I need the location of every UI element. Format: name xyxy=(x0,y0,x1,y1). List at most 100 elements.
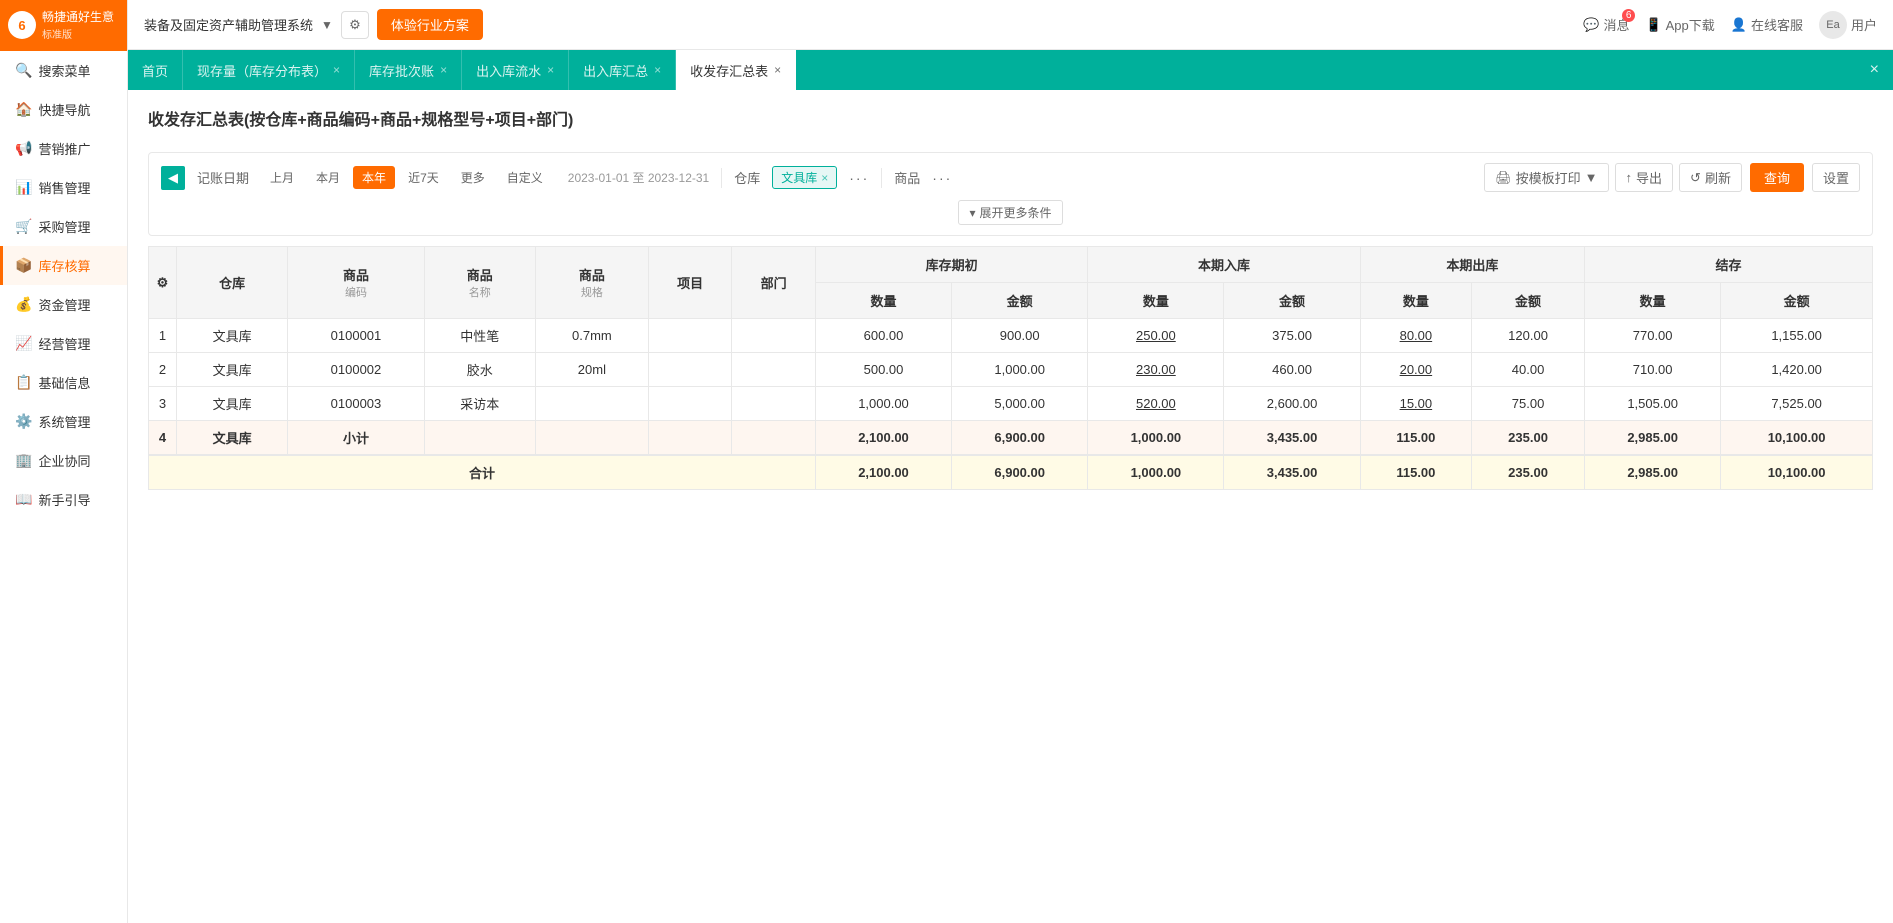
th-out-qty: 数量 xyxy=(1360,283,1471,319)
cell-in-qty[interactable]: 250.00 xyxy=(1088,319,1224,353)
sidebar-item-marketing[interactable]: 📢营销推广 xyxy=(0,129,127,168)
sidebar-item-guide[interactable]: 📖新手引导 xyxy=(0,480,127,519)
warehouse-tag[interactable]: 文具库 × xyxy=(772,166,837,189)
th-settings[interactable]: ⚙ xyxy=(149,247,177,319)
cell-open-qty: 2,100.00 xyxy=(815,421,951,456)
th-close-amt: 金额 xyxy=(1721,283,1873,319)
cell-dept xyxy=(732,421,816,456)
tab-close-inout-flow[interactable]: × xyxy=(547,63,554,77)
goods-more[interactable]: ··· xyxy=(932,170,952,186)
tab-batch[interactable]: 库存批次账× xyxy=(355,50,462,90)
tab-inout-summary[interactable]: 出入库汇总 × xyxy=(569,50,676,90)
table-row: 3文具库0100003采访本1,000.005,000.00520.002,60… xyxy=(149,387,1873,421)
system-dropdown[interactable]: ▼ xyxy=(321,18,333,32)
date-btn-自定义[interactable]: 自定义 xyxy=(498,166,552,189)
cell-in-amt: 2,600.00 xyxy=(1224,387,1360,421)
filter-collapse-btn[interactable]: ◀ xyxy=(161,166,185,190)
date-btn-近7天[interactable]: 近7天 xyxy=(399,166,448,189)
marketing-icon: 📢 xyxy=(15,140,32,157)
cell-close-amt: 1,420.00 xyxy=(1721,353,1873,387)
date-btn-本月[interactable]: 本月 xyxy=(307,166,349,189)
cell-code: 小计 xyxy=(288,421,424,456)
sidebar-item-label: 采购管理 xyxy=(38,217,90,236)
sidebar-item-finance[interactable]: 💰资金管理 xyxy=(0,285,127,324)
cell-code: 0100002 xyxy=(288,353,424,387)
cell-project xyxy=(648,353,732,387)
page-title: 收发存汇总表(按仓库+商品编码+商品+规格型号+项目+部门) xyxy=(148,106,1873,130)
cell-warehouse: 文具库 xyxy=(177,421,288,456)
cell-spec: 20ml xyxy=(535,353,648,387)
sidebar-item-sales[interactable]: 📊销售管理 xyxy=(0,168,127,207)
sidebar-item-purchase[interactable]: 🛒 采购管理 xyxy=(0,207,127,246)
th-name: 商品名称 xyxy=(424,247,535,319)
gear-button[interactable]: ⚙ xyxy=(341,11,369,39)
cell-in-qty[interactable]: 520.00 xyxy=(1088,387,1224,421)
page-content: 收发存汇总表(按仓库+商品编码+商品+规格型号+项目+部门) ◀ 记账日期 上月… xyxy=(128,90,1893,923)
sidebar-item-inventory[interactable]: 📦库存核算 xyxy=(0,246,127,285)
tab-stock-dist[interactable]: 现存量（库存分布表）× xyxy=(183,50,355,90)
sidebar-item-quick[interactable]: 🏠 快捷导航 xyxy=(0,90,127,129)
tab-home[interactable]: 首页 xyxy=(128,50,183,90)
expand-more-btn[interactable]: ▾ 展开更多条件 xyxy=(958,200,1062,225)
date-btn-本年[interactable]: 本年 xyxy=(353,166,395,189)
cell-open-qty: 1,000.00 xyxy=(815,387,951,421)
try-button[interactable]: 体验行业方案 xyxy=(377,9,483,40)
cell-dept xyxy=(732,387,816,421)
cell-in-qty[interactable]: 230.00 xyxy=(1088,353,1224,387)
th-close-qty: 数量 xyxy=(1585,283,1721,319)
app-download-label: App下载 xyxy=(1666,15,1715,34)
tab-close-batch[interactable]: × xyxy=(440,63,447,77)
user-action[interactable]: Ea 用户 xyxy=(1819,11,1877,39)
table-wrap: ⚙ 仓库 商品编码 商品名称 商品规格 项目 部门 库存期初 本期入库 本期出库… xyxy=(128,246,1893,490)
setting-btn[interactable]: 设置 xyxy=(1812,163,1860,192)
cell-warehouse: 文具库 xyxy=(177,387,288,421)
warehouse-more[interactable]: ··· xyxy=(849,170,869,186)
sidebar-item-operation[interactable]: 📈经营管理 xyxy=(0,324,127,363)
tab-inout-flow[interactable]: 出入库流水× xyxy=(462,50,569,90)
cell-out-amt: 75.00 xyxy=(1472,387,1585,421)
cell-in-amt: 460.00 xyxy=(1224,353,1360,387)
sidebar-item-label: 快捷导航 xyxy=(38,100,90,119)
sidebar-item-basic[interactable]: 📋基础信息 xyxy=(0,363,127,402)
th-spec: 商品规格 xyxy=(535,247,648,319)
sidebar-item-enterprise[interactable]: 🏢企业协同 xyxy=(0,441,127,480)
cell-out-qty[interactable]: 80.00 xyxy=(1360,319,1471,353)
finance-icon: 💰 xyxy=(15,296,32,313)
cell-open-qty: 500.00 xyxy=(815,353,951,387)
sales-icon: 📊 xyxy=(15,179,32,196)
cell-in-qty: 1,000.00 xyxy=(1088,421,1224,456)
th-project: 项目 xyxy=(648,247,732,319)
query-button[interactable]: 查询 xyxy=(1750,163,1804,192)
date-btn-更多[interactable]: 更多 xyxy=(452,166,494,189)
tab-close-inout-summary[interactable]: × xyxy=(654,63,661,77)
tab-bar-close-btn[interactable]: × xyxy=(1856,61,1893,79)
sidebar-item-label: 搜索菜单 xyxy=(38,61,90,80)
quick-icon: 🏠 xyxy=(15,101,32,118)
export-btn[interactable]: ↑ 导出 xyxy=(1615,163,1674,192)
app-download-action[interactable]: 📱 App下载 xyxy=(1645,15,1714,34)
purchase-icon: 🛒 xyxy=(15,218,32,235)
refresh-btn[interactable]: ↺ 刷新 xyxy=(1679,163,1742,192)
print-btn[interactable]: 🖨 按模板打印 ▼ xyxy=(1484,163,1608,192)
cell-out-qty[interactable]: 20.00 xyxy=(1360,353,1471,387)
date-btn-上月[interactable]: 上月 xyxy=(261,166,303,189)
message-action[interactable]: 💬 消息 6 xyxy=(1583,15,1629,34)
table-row: 1文具库0100001中性笔0.7mm600.00900.00250.00375… xyxy=(149,319,1873,353)
logo-text: 畅捷通好生意 xyxy=(42,10,114,26)
cell-spec xyxy=(535,421,648,456)
cell-close-qty: 2,985.00 xyxy=(1585,421,1721,456)
date-options: 上月本月本年近7天更多自定义 xyxy=(261,166,552,189)
tab-receive-summary[interactable]: 收发存汇总表× xyxy=(676,50,796,90)
sidebar-item-system[interactable]: ⚙️系统管理 xyxy=(0,402,127,441)
sidebar-item-search[interactable]: 🔍搜索菜单 xyxy=(0,51,127,90)
tab-close-stock-dist[interactable]: × xyxy=(333,63,340,77)
cell-out-qty[interactable]: 15.00 xyxy=(1360,387,1471,421)
cell-spec: 0.7mm xyxy=(535,319,648,353)
online-service-action[interactable]: 👤 在线客服 xyxy=(1731,15,1803,34)
sidebar-item-label: 经营管理 xyxy=(38,334,90,353)
tab-close-receive-summary[interactable]: × xyxy=(774,63,781,77)
warehouse-tag-close[interactable]: × xyxy=(821,171,828,185)
tab-label-inout-summary: 出入库汇总 xyxy=(583,61,648,80)
cell-open-amt: 900.00 xyxy=(952,319,1088,353)
cell-no: 3 xyxy=(149,387,177,421)
